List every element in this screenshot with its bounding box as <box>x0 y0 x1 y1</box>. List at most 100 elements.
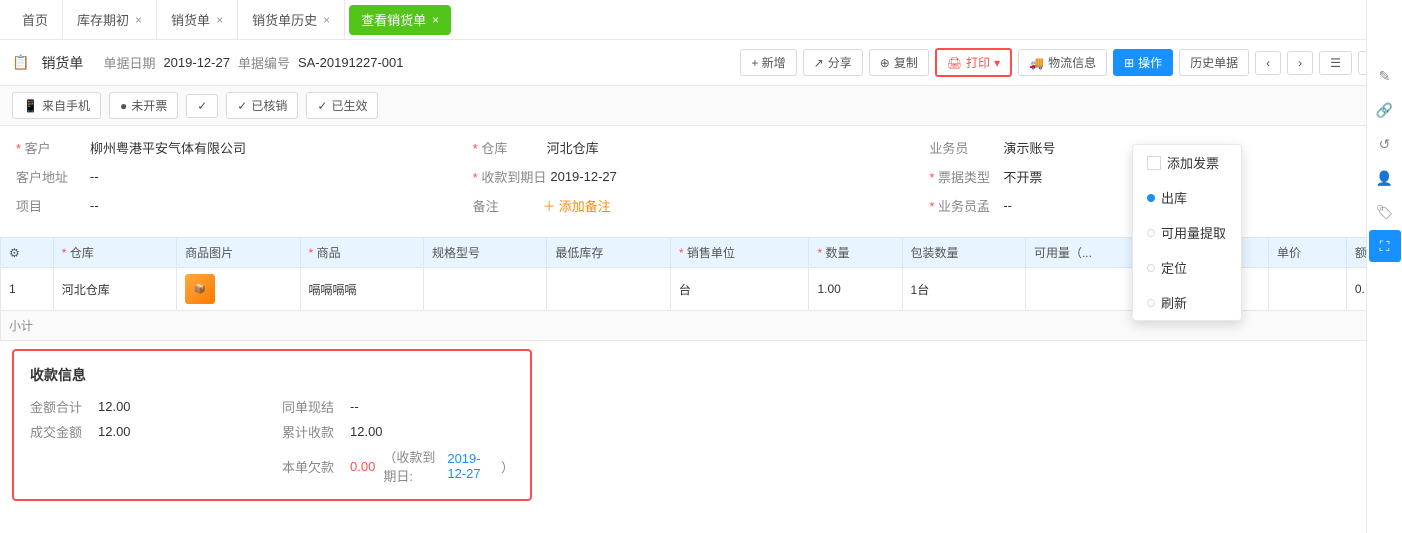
cancelled-btn[interactable]: ✓ 已核销 <box>226 92 298 119</box>
tab-sales-order-close[interactable]: × <box>216 13 223 27</box>
notes-group: 备注 ＋ 添加备注 <box>473 196 930 215</box>
warehouse-value: 河北仓库 <box>543 138 603 157</box>
tab-sales-history-close[interactable]: × <box>323 13 330 27</box>
dropdown-available-qty[interactable]: 可用量提取 <box>1133 215 1241 250</box>
add-notes-label: 添加备注 <box>559 196 611 215</box>
effective-label: 已生效 <box>331 97 367 114</box>
share-button[interactable]: ↗ 分享 <box>803 49 863 76</box>
project-group: 项目 -- <box>16 196 473 215</box>
operations-dropdown: 添加发票 出库 可用量提取 定位 刷新 <box>1132 144 1242 321</box>
operations-icon: ⊞ <box>1124 56 1134 70</box>
col-spec: 规格型号 <box>423 238 546 268</box>
dropdown-outbound[interactable]: 出库 <box>1133 180 1241 215</box>
tab-home-label: 首页 <box>22 10 48 29</box>
current-arrears-label: 本单欠款 <box>282 457 342 476</box>
dropdown-locate[interactable]: 定位 <box>1133 250 1241 285</box>
same-order-label: 同单现结 <box>282 397 342 416</box>
ticket-type-label: 票据类型 <box>929 167 999 186</box>
tab-home[interactable]: 首页 <box>8 0 63 40</box>
transaction-amount-value: 12.00 <box>98 424 131 439</box>
tab-inventory-close[interactable]: × <box>135 13 142 27</box>
list-view-button[interactable]: ☰ <box>1319 51 1352 75</box>
add-notes-btn[interactable]: ＋ 添加备注 <box>543 196 611 215</box>
due-date-prefix: （收款到期日: <box>383 447 439 485</box>
tab-view-sales-label: 查看销货单 <box>361 10 426 29</box>
next-button[interactable]: › <box>1287 51 1313 75</box>
tab-sales-order[interactable]: 销货单 × <box>157 0 238 40</box>
payment-grid: 金额合计 12.00 同单现结 -- 成交金额 12.00 累计收款 12.00… <box>30 397 514 485</box>
transaction-amount-item: 成交金额 12.00 <box>30 422 262 441</box>
dropdown-refresh[interactable]: 刷新 <box>1133 285 1241 320</box>
effective-btn[interactable]: ✓ 已生效 <box>306 92 378 119</box>
col-quantity: 数量 <box>809 238 902 268</box>
cumulative-receipt-value: 12.00 <box>350 424 383 439</box>
sidebar-refresh-icon[interactable]: ↺ <box>1369 128 1401 160</box>
due-date-suffix: ） <box>501 457 514 476</box>
add-invoice-label: 添加发票 <box>1167 153 1219 172</box>
tab-sales-history[interactable]: 销货单历史 × <box>238 0 345 40</box>
sidebar-user-icon[interactable]: 👤 <box>1369 162 1401 194</box>
customer-label: 客户 <box>16 138 86 157</box>
col-settings[interactable]: ⚙ <box>1 238 54 268</box>
cell-product-img: 📦 <box>177 268 300 311</box>
sidebar-link-icon[interactable]: 🔗 <box>1369 94 1401 126</box>
tab-sales-order-label: 销货单 <box>171 10 210 29</box>
col-warehouse: 仓库 <box>53 238 176 268</box>
payment-date-label: 收款到期日 <box>473 167 547 186</box>
doc-header: 📋 销货单 单据日期 2019-12-27 单据编号 SA-20191227-0… <box>0 40 1402 86</box>
warehouse-group: 仓库 河北仓库 <box>473 138 930 157</box>
print-button[interactable]: 🖨 打印 ▾ <box>935 48 1012 77</box>
copy-button[interactable]: ⊕ 复制 <box>869 49 929 76</box>
col-product-img: 商品图片 <box>177 238 300 268</box>
tab-view-sales-close[interactable]: × <box>432 13 439 27</box>
dropdown-add-invoice[interactable]: 添加发票 <box>1133 145 1241 180</box>
from-mobile-btn[interactable]: 📱 来自手机 <box>12 92 101 119</box>
cell-package-qty: 1台 <box>902 268 1025 311</box>
product-image: 📦 <box>185 274 215 304</box>
logistics-button[interactable]: 🚚 物流信息 <box>1018 49 1107 76</box>
check-icon: ✓ <box>237 99 247 113</box>
operations-button[interactable]: ⊞ 操作 <box>1113 49 1173 76</box>
tab-inventory-label: 库存期初 <box>77 10 129 29</box>
tab-view-sales[interactable]: 查看销货单 × <box>349 5 451 35</box>
number-label: 单据编号 <box>238 53 290 72</box>
sidebar-expand-icon[interactable]: ⛶ <box>1369 230 1401 262</box>
doc-header-right: + 新增 ↗ 分享 ⊕ 复制 🖨 打印 ▾ 🚚 物流信息 ⊞ 操作 <box>740 48 1390 77</box>
new-button[interactable]: + 新增 <box>740 49 796 76</box>
col-min-stock: 最低库存 <box>547 238 670 268</box>
share-label: 分享 <box>828 54 852 71</box>
sidebar-edit-icon[interactable]: ✎ <box>1369 60 1401 92</box>
radio-locate[interactable] <box>1147 264 1155 272</box>
total-amount-value: 12.00 <box>98 399 131 414</box>
cell-index: 1 <box>1 268 54 311</box>
history-button[interactable]: 历史单据 <box>1179 49 1249 76</box>
tab-inventory[interactable]: 库存期初 × <box>63 0 157 40</box>
tab-bar: 首页 库存期初 × 销货单 × 销货单历史 × 查看销货单 × × <box>0 0 1402 40</box>
col-product: 商品 <box>300 238 423 268</box>
locate-label: 定位 <box>1161 258 1187 277</box>
prev-button[interactable]: ‹ <box>1255 51 1281 75</box>
cell-quantity: 1.00 <box>809 268 902 311</box>
cell-warehouse: 河北仓库 <box>53 268 176 311</box>
col-sales-unit: 销售单位 <box>670 238 809 268</box>
checkbox-add-invoice[interactable] <box>1147 156 1161 170</box>
share-icon: ↗ <box>814 56 824 70</box>
radio-outbound[interactable] <box>1147 194 1155 202</box>
cumulative-receipt-label: 累计收款 <box>282 422 342 441</box>
refresh-label: 刷新 <box>1161 293 1187 312</box>
radio-refresh[interactable] <box>1147 299 1155 307</box>
ticket-type-value: 不开票 <box>999 167 1046 186</box>
address-value: -- <box>86 169 103 184</box>
not-opened-btn[interactable]: ● 未开票 <box>109 92 178 119</box>
sidebar-tag-icon[interactable]: 🏷 <box>1369 196 1401 228</box>
logistics-label: 物流信息 <box>1048 54 1096 71</box>
address-group: 客户地址 -- <box>16 167 473 186</box>
cumulative-receipt-item: 累计收款 12.00 <box>282 422 514 441</box>
confirm-btn[interactable]: ✓ <box>186 94 218 118</box>
logistics-icon: 🚚 <box>1029 56 1044 70</box>
sales-employee-label: 业务员孟 <box>929 196 999 215</box>
copy-icon: ⊕ <box>880 56 890 70</box>
radio-available-qty[interactable] <box>1147 229 1155 237</box>
notes-label: 备注 <box>473 196 543 215</box>
total-amount-item: 金额合计 12.00 <box>30 397 262 416</box>
